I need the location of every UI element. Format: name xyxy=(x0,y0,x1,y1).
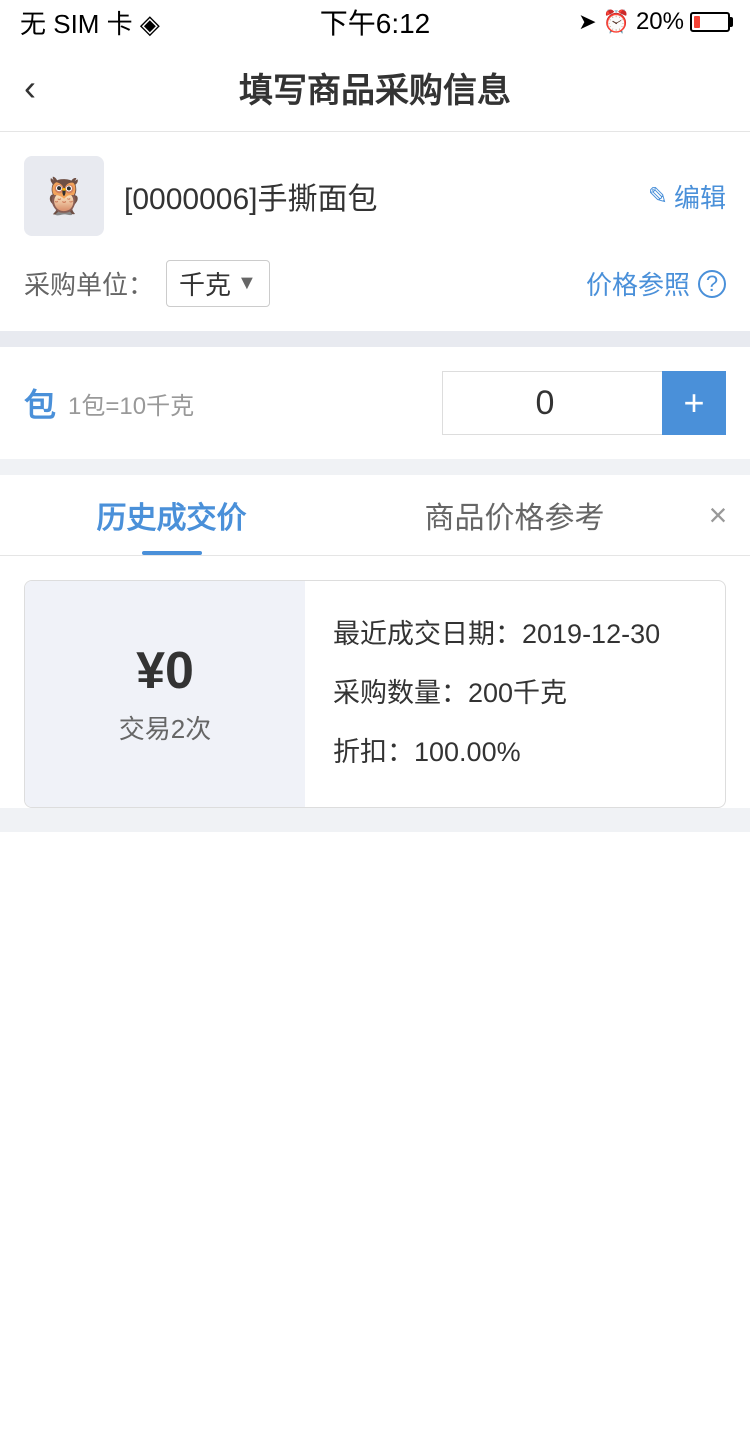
status-bar: 无 SIM 卡 ◈ 下午6:12 ➤ ⏰ 20% xyxy=(0,0,750,44)
tab-close-button[interactable]: × xyxy=(686,475,750,555)
purchase-unit-label: 采购单位： xyxy=(24,265,154,302)
tab-section: 历史成交价 商品价格参考 × ¥0 交易2次 最近成交日期：2019-12-30… xyxy=(0,475,750,808)
unit-tag: 包 xyxy=(24,380,56,426)
product-thumbnail: 🦉 xyxy=(24,156,104,236)
purchase-unit-row: 采购单位： 千克 ▼ xyxy=(24,260,270,307)
tab-header: 历史成交价 商品价格参考 × xyxy=(0,475,750,556)
product-image-icon: 🦉 xyxy=(42,175,87,217)
unit-select-button[interactable]: 千克 ▼ xyxy=(166,260,270,307)
product-card: 🦉 [0000006]手撕面包 ✎ 编辑 采购单位： 千克 ▼ 价格参照 ? xyxy=(0,132,750,331)
purchase-qty-value: 200千克 xyxy=(468,678,567,708)
sim-label: 无 SIM 卡 ◈ xyxy=(20,4,160,41)
discount-value: 100.00% xyxy=(414,737,521,767)
product-left: 🦉 [0000006]手撕面包 xyxy=(24,156,377,236)
history-card-left: ¥0 交易2次 xyxy=(25,581,305,807)
product-name: [0000006]手撕面包 xyxy=(124,174,377,218)
status-left: 无 SIM 卡 ◈ xyxy=(20,4,160,41)
unit-conversion: 1包=10千克 xyxy=(68,386,194,421)
edit-icon: ✎ xyxy=(648,182,668,211)
price-ref-label: 价格参照 xyxy=(586,265,690,302)
page-title: 填写商品采购信息 xyxy=(239,63,511,112)
unit-value: 千克 xyxy=(179,265,231,302)
history-price: ¥0 xyxy=(136,641,194,701)
currency-symbol: ¥ xyxy=(136,642,165,700)
nav-icon: ➤ xyxy=(578,9,596,35)
quantity-plus-button[interactable]: + xyxy=(662,371,726,435)
recent-date-label: 最近成交日期： xyxy=(333,619,522,649)
history-card-right: 最近成交日期：2019-12-30 采购数量：200千克 折扣：100.00% xyxy=(305,581,725,807)
help-icon: ? xyxy=(698,270,726,298)
battery-pct: 20% xyxy=(636,8,684,36)
tab-history-price[interactable]: 历史成交价 xyxy=(0,475,343,555)
status-right: ➤ ⏰ 20% xyxy=(578,8,730,36)
history-trades: 交易2次 xyxy=(119,709,211,746)
tab-history-price-label: 历史成交价 xyxy=(97,493,247,537)
quantity-input[interactable] xyxy=(442,371,662,435)
recent-date-row: 最近成交日期：2019-12-30 xyxy=(333,613,697,656)
section-divider xyxy=(0,331,750,347)
bottom-space xyxy=(0,832,750,1432)
battery-indicator xyxy=(690,12,730,32)
nav-bar: ‹ 填写商品采购信息 xyxy=(0,44,750,132)
discount-row: 折扣：100.00% xyxy=(333,731,697,774)
alarm-icon: ⏰ xyxy=(603,9,630,35)
back-button[interactable]: ‹ xyxy=(24,67,36,109)
discount-label: 折扣： xyxy=(333,737,414,767)
status-time: 下午6:12 xyxy=(320,2,431,42)
edit-button[interactable]: ✎ 编辑 xyxy=(648,178,726,215)
product-header: 🦉 [0000006]手撕面包 ✎ 编辑 xyxy=(24,156,726,236)
tab-product-price-ref[interactable]: 商品价格参考 xyxy=(343,475,686,555)
quantity-input-group: + xyxy=(442,371,726,435)
edit-label: 编辑 xyxy=(674,178,726,215)
price-value: 0 xyxy=(165,642,194,700)
history-card: ¥0 交易2次 最近成交日期：2019-12-30 采购数量：200千克 折扣：… xyxy=(24,580,726,808)
tab-product-price-ref-label: 商品价格参考 xyxy=(425,493,605,537)
unit-label: 包 1包=10千克 xyxy=(24,380,194,426)
dropdown-arrow-icon: ▼ xyxy=(237,272,257,295)
product-meta: 采购单位： 千克 ▼ 价格参照 ? xyxy=(24,260,726,307)
recent-date-value: 2019-12-30 xyxy=(522,619,660,649)
purchase-qty-label: 采购数量： xyxy=(333,678,468,708)
price-reference-button[interactable]: 价格参照 ? xyxy=(586,265,726,302)
quantity-row: 包 1包=10千克 + xyxy=(0,347,750,459)
purchase-qty-row: 采购数量：200千克 xyxy=(333,672,697,715)
